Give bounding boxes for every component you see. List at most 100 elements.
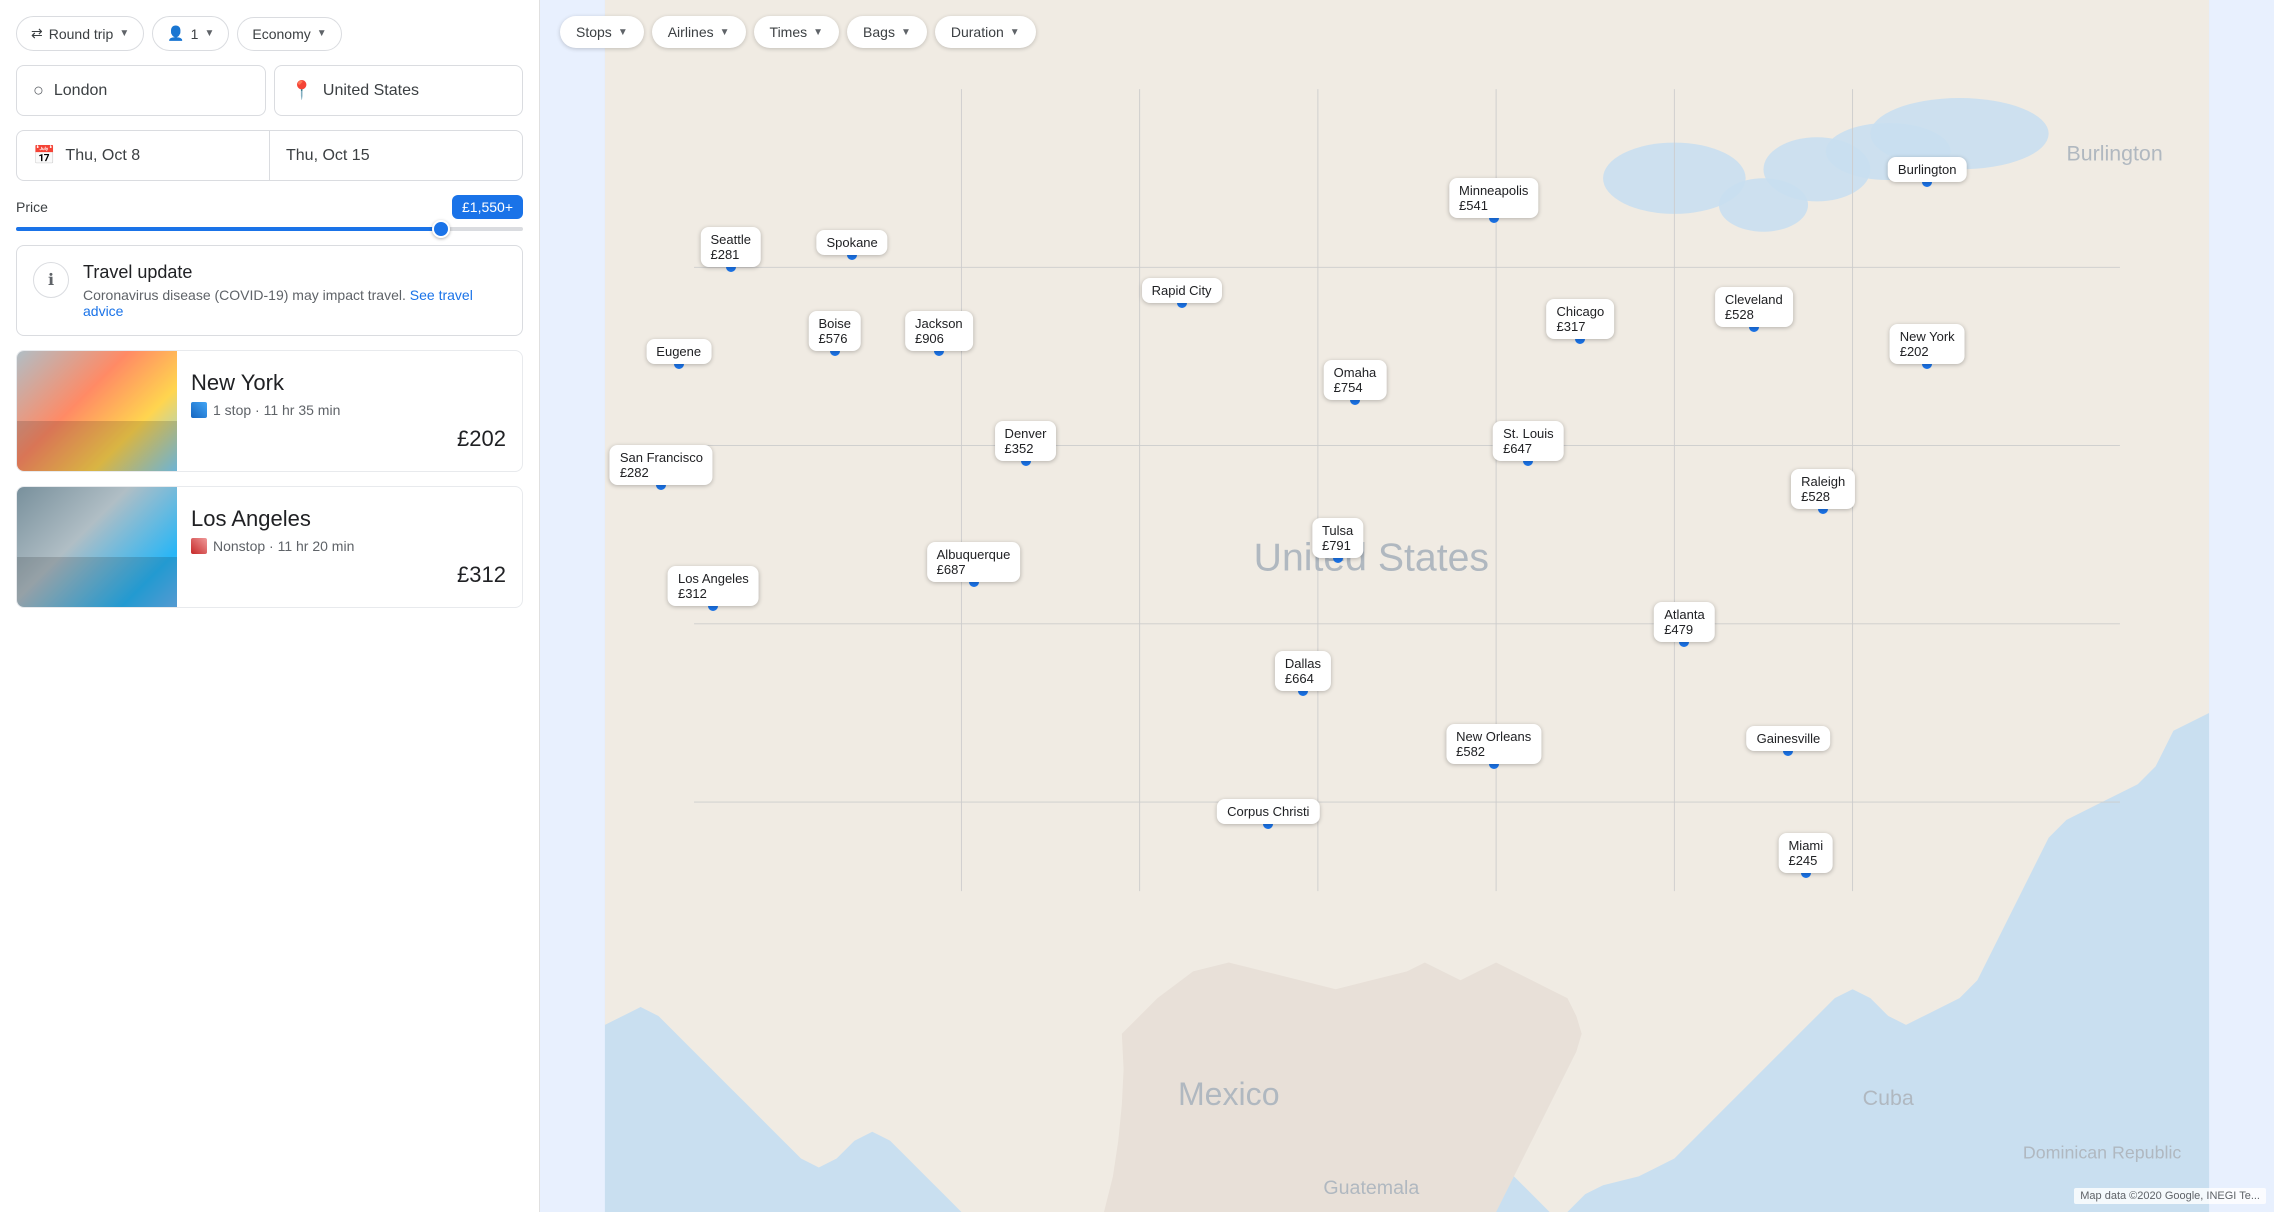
map-filters: Stops ▼ Airlines ▼ Times ▼ Bags ▼ Durati… bbox=[560, 16, 1036, 48]
price-marker-los-angeles[interactable]: Los Angeles£312 bbox=[668, 566, 759, 606]
map-attribution: Map data ©2020 Google, INEGI Te... bbox=[2074, 1188, 2266, 1204]
price-marker-gainesville[interactable]: Gainesville bbox=[1747, 726, 1831, 751]
result-new-york[interactable]: New York 1 stop · 11 hr 35 min £202 bbox=[16, 350, 523, 472]
search-row: ○ London 📍 United States bbox=[16, 65, 523, 116]
price-marker-new-york[interactable]: New York£202 bbox=[1890, 324, 1965, 364]
price-marker-boise[interactable]: Boise£576 bbox=[809, 311, 862, 351]
date-from-value: Thu, Oct 8 bbox=[65, 147, 140, 165]
price-marker-minneapolis[interactable]: Minneapolis£541 bbox=[1449, 178, 1538, 218]
travel-update-icon: ℹ bbox=[33, 262, 69, 298]
airlines-label: Airlines bbox=[668, 24, 714, 40]
round-trip-icon: ⇄ bbox=[31, 25, 43, 42]
date-to-field[interactable]: Thu, Oct 15 bbox=[270, 131, 522, 180]
filter-bags[interactable]: Bags ▼ bbox=[847, 16, 927, 48]
price-marker-new-orleans[interactable]: New Orleans£582 bbox=[1446, 724, 1541, 764]
new-york-thumbnail bbox=[17, 351, 177, 471]
date-row: 📅 Thu, Oct 8 Thu, Oct 15 bbox=[16, 130, 523, 181]
los-angeles-info: Los Angeles Nonstop · 11 hr 20 min £312 bbox=[191, 494, 522, 600]
new-york-stops: 1 stop · 11 hr 35 min bbox=[213, 402, 340, 418]
travel-update-title: Travel update bbox=[83, 262, 506, 283]
passengers-chevron-icon: ▼ bbox=[204, 28, 214, 39]
price-slider[interactable] bbox=[16, 227, 523, 231]
date-from-field[interactable]: 📅 Thu, Oct 8 bbox=[17, 131, 270, 180]
price-marker-rapid-city[interactable]: Rapid City bbox=[1142, 278, 1222, 303]
price-label: Price bbox=[16, 199, 48, 215]
price-marker-miami[interactable]: Miami£245 bbox=[1778, 833, 1833, 873]
cabin-class-chevron-icon: ▼ bbox=[317, 28, 327, 39]
filter-stops[interactable]: Stops ▼ bbox=[560, 16, 644, 48]
round-trip-chevron-icon: ▼ bbox=[119, 28, 129, 39]
los-angeles-details: Nonstop · 11 hr 20 min bbox=[191, 538, 506, 554]
los-angeles-stops: Nonstop · 11 hr 20 min bbox=[213, 538, 354, 554]
price-marker-seattle[interactable]: Seattle£281 bbox=[700, 227, 760, 267]
los-angeles-price: £312 bbox=[191, 562, 506, 588]
slider-container bbox=[16, 227, 523, 231]
svg-text:Mexico: Mexico bbox=[1178, 1076, 1280, 1112]
los-angeles-city: Los Angeles bbox=[191, 506, 506, 532]
new-york-price: £202 bbox=[191, 426, 506, 452]
duration-label: Duration bbox=[951, 24, 1004, 40]
calendar-icon: 📅 bbox=[33, 145, 55, 166]
cabin-class-button[interactable]: Economy ▼ bbox=[237, 17, 341, 51]
travel-update-body: Coronavirus disease (COVID-19) may impac… bbox=[83, 287, 506, 319]
new-york-details: 1 stop · 11 hr 35 min bbox=[191, 402, 506, 418]
price-marker-cleveland[interactable]: Cleveland£528 bbox=[1715, 287, 1793, 327]
price-marker-omaha[interactable]: Omaha£754 bbox=[1324, 360, 1387, 400]
price-marker-tulsa[interactable]: Tulsa£791 bbox=[1312, 518, 1363, 558]
round-trip-label: Round trip bbox=[49, 26, 114, 42]
top-bar: ⇄ Round trip ▼ 👤 1 ▼ Economy ▼ bbox=[16, 16, 523, 51]
price-marker-albuquerque[interactable]: Albuquerque£687 bbox=[927, 542, 1021, 582]
price-marker-eugene[interactable]: Eugene bbox=[646, 339, 711, 364]
svg-text:Cuba: Cuba bbox=[1863, 1086, 1914, 1110]
airline-logo-la bbox=[191, 538, 207, 554]
price-marker-dallas[interactable]: Dallas£664 bbox=[1275, 651, 1331, 691]
duration-chevron-icon: ▼ bbox=[1010, 27, 1020, 38]
origin-value: London bbox=[54, 82, 107, 100]
travel-update-text: Travel update Coronavirus disease (COVID… bbox=[83, 262, 506, 319]
price-row: Price £1,550+ bbox=[16, 195, 523, 219]
new-york-city: New York bbox=[191, 370, 506, 396]
left-panel: ⇄ Round trip ▼ 👤 1 ▼ Economy ▼ ○ London … bbox=[0, 0, 540, 1212]
svg-text:Burlington: Burlington bbox=[2066, 141, 2162, 165]
times-label: Times bbox=[770, 24, 808, 40]
price-marker-raleigh[interactable]: Raleigh£528 bbox=[1791, 469, 1855, 509]
price-marker-denver[interactable]: Denver£352 bbox=[995, 421, 1057, 461]
origin-icon: ○ bbox=[33, 80, 44, 101]
bags-label: Bags bbox=[863, 24, 895, 40]
price-marker-atlanta[interactable]: Atlanta£479 bbox=[1654, 602, 1714, 642]
price-marker-san-francisco[interactable]: San Francisco£282 bbox=[610, 445, 713, 485]
origin-field[interactable]: ○ London bbox=[16, 65, 266, 116]
new-york-info: New York 1 stop · 11 hr 35 min £202 bbox=[191, 358, 522, 464]
passengers-label: 1 bbox=[191, 26, 199, 42]
passengers-icon: 👤 bbox=[167, 25, 184, 42]
destination-field[interactable]: 📍 United States bbox=[274, 65, 524, 116]
price-section: Price £1,550+ bbox=[16, 195, 523, 231]
price-marker-jackson[interactable]: Jackson£906 bbox=[905, 311, 973, 351]
airline-logo-newyork bbox=[191, 402, 207, 418]
filter-times[interactable]: Times ▼ bbox=[754, 16, 840, 48]
destination-value: United States bbox=[323, 82, 419, 100]
price-marker-burlington[interactable]: Burlington bbox=[1888, 157, 1967, 182]
filter-duration[interactable]: Duration ▼ bbox=[935, 16, 1036, 48]
filter-airlines[interactable]: Airlines ▼ bbox=[652, 16, 746, 48]
price-marker-corpus-christi[interactable]: Corpus Christi bbox=[1217, 799, 1319, 824]
price-marker-chicago[interactable]: Chicago£317 bbox=[1547, 299, 1615, 339]
passengers-button[interactable]: 👤 1 ▼ bbox=[152, 16, 229, 51]
round-trip-button[interactable]: ⇄ Round trip ▼ bbox=[16, 16, 144, 51]
svg-text:United States: United States bbox=[1254, 536, 1489, 579]
cabin-class-label: Economy bbox=[252, 26, 310, 42]
svg-text:Dominican Republic: Dominican Republic bbox=[2023, 1143, 2182, 1163]
stops-chevron-icon: ▼ bbox=[618, 27, 628, 38]
stops-label: Stops bbox=[576, 24, 612, 40]
price-marker-spokane[interactable]: Spokane bbox=[816, 230, 887, 255]
map-panel: United States Mexico Cuba Dominican Repu… bbox=[540, 0, 2274, 1212]
airlines-chevron-icon: ▼ bbox=[720, 27, 730, 38]
times-chevron-icon: ▼ bbox=[813, 27, 823, 38]
svg-text:Guatemala: Guatemala bbox=[1323, 1177, 1419, 1199]
price-badge: £1,550+ bbox=[452, 195, 523, 219]
result-los-angeles[interactable]: Los Angeles Nonstop · 11 hr 20 min £312 bbox=[16, 486, 523, 608]
los-angeles-thumbnail bbox=[17, 487, 177, 607]
date-to-value: Thu, Oct 15 bbox=[286, 147, 370, 165]
price-marker-st.-louis[interactable]: St. Louis£647 bbox=[1493, 421, 1564, 461]
bags-chevron-icon: ▼ bbox=[901, 27, 911, 38]
